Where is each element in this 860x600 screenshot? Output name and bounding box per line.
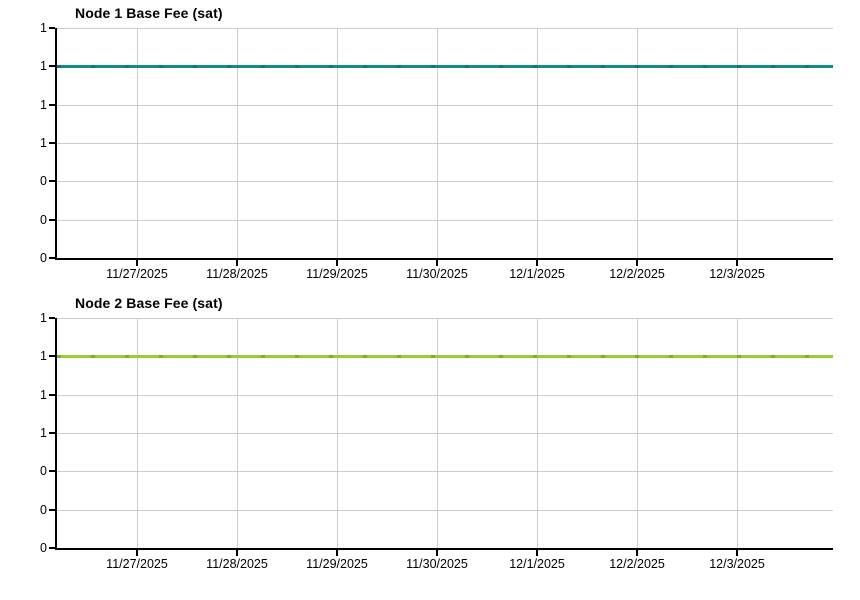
fee-charts-page: Node 1 Base Fee (sat) 111100011/27/20251… <box>0 0 860 600</box>
chart-title-node2: Node 2 Base Fee (sat) <box>75 295 223 311</box>
h-gridline <box>57 220 833 221</box>
y-tick-label: 0 <box>15 540 47 556</box>
v-gridline <box>637 318 638 548</box>
v-gridline <box>137 318 138 548</box>
x-tick-label: 11/28/2025 <box>192 266 282 282</box>
h-gridline <box>57 471 833 472</box>
y-tick-label: 0 <box>15 212 47 228</box>
y-tick-label: 1 <box>15 425 47 441</box>
v-gridline <box>537 318 538 548</box>
y-tick <box>49 142 55 144</box>
y-tick-label: 1 <box>15 97 47 113</box>
x-tick <box>236 548 238 556</box>
plot-area-node2: 111100011/27/202511/28/202511/29/202511/… <box>57 318 833 548</box>
v-gridline <box>537 28 538 258</box>
x-tick-label: 11/30/2025 <box>392 556 482 572</box>
x-tick-label: 12/2/2025 <box>592 266 682 282</box>
y-tick-label: 0 <box>15 173 47 189</box>
h-gridline <box>57 433 833 434</box>
y-tick-label: 1 <box>15 348 47 364</box>
y-tick <box>49 509 55 511</box>
x-axis <box>55 258 833 260</box>
chart-title-node1: Node 1 Base Fee (sat) <box>75 5 223 21</box>
x-tick <box>336 548 338 556</box>
y-tick-label: 1 <box>15 135 47 151</box>
h-gridline <box>57 143 833 144</box>
y-tick-label: 1 <box>15 310 47 326</box>
plot-area-node1: 111100011/27/202511/28/202511/29/202511/… <box>57 28 833 258</box>
y-tick <box>49 219 55 221</box>
y-axis <box>55 318 57 550</box>
v-gridline <box>737 318 738 548</box>
v-gridline <box>137 28 138 258</box>
x-tick <box>336 258 338 266</box>
y-axis <box>55 28 57 260</box>
v-gridline <box>237 28 238 258</box>
x-tick <box>236 258 238 266</box>
v-gridline <box>437 28 438 258</box>
x-tick <box>536 258 538 266</box>
x-tick <box>436 548 438 556</box>
v-gridline <box>437 318 438 548</box>
x-tick-label: 12/3/2025 <box>692 266 782 282</box>
h-gridline <box>57 318 833 319</box>
h-gridline <box>57 510 833 511</box>
y-tick <box>49 547 55 549</box>
v-gridline <box>737 28 738 258</box>
x-tick <box>736 258 738 266</box>
y-tick-label: 0 <box>15 250 47 266</box>
y-tick-label: 1 <box>15 58 47 74</box>
x-tick <box>136 548 138 556</box>
v-gridline <box>337 318 338 548</box>
x-tick-label: 11/27/2025 <box>92 556 182 572</box>
x-tick <box>636 548 638 556</box>
y-tick <box>49 27 55 29</box>
h-gridline <box>57 395 833 396</box>
y-tick <box>49 257 55 259</box>
y-tick <box>49 470 55 472</box>
x-axis <box>55 548 833 550</box>
x-tick <box>436 258 438 266</box>
y-tick-label: 1 <box>15 387 47 403</box>
h-gridline <box>57 28 833 29</box>
x-tick-label: 11/28/2025 <box>192 556 282 572</box>
y-tick <box>49 180 55 182</box>
y-tick-label: 0 <box>15 463 47 479</box>
y-tick-label: 1 <box>15 20 47 36</box>
x-tick <box>636 258 638 266</box>
y-tick <box>49 355 55 357</box>
series-line-node-2-base-fee <box>57 355 833 358</box>
h-gridline <box>57 181 833 182</box>
y-tick <box>49 317 55 319</box>
v-gridline <box>637 28 638 258</box>
h-gridline <box>57 105 833 106</box>
x-tick-label: 11/30/2025 <box>392 266 482 282</box>
x-tick-label: 12/1/2025 <box>492 556 582 572</box>
v-gridline <box>237 318 238 548</box>
y-tick <box>49 432 55 434</box>
x-tick <box>736 548 738 556</box>
y-tick <box>49 65 55 67</box>
series-line-node-1-base-fee <box>57 65 833 68</box>
x-tick-label: 11/29/2025 <box>292 556 382 572</box>
x-tick-label: 11/27/2025 <box>92 266 182 282</box>
y-tick <box>49 394 55 396</box>
y-tick <box>49 104 55 106</box>
x-tick-label: 12/3/2025 <box>692 556 782 572</box>
x-tick-label: 12/2/2025 <box>592 556 682 572</box>
x-tick <box>536 548 538 556</box>
x-tick-label: 11/29/2025 <box>292 266 382 282</box>
v-gridline <box>337 28 338 258</box>
x-tick <box>136 258 138 266</box>
y-tick-label: 0 <box>15 502 47 518</box>
x-tick-label: 12/1/2025 <box>492 266 582 282</box>
